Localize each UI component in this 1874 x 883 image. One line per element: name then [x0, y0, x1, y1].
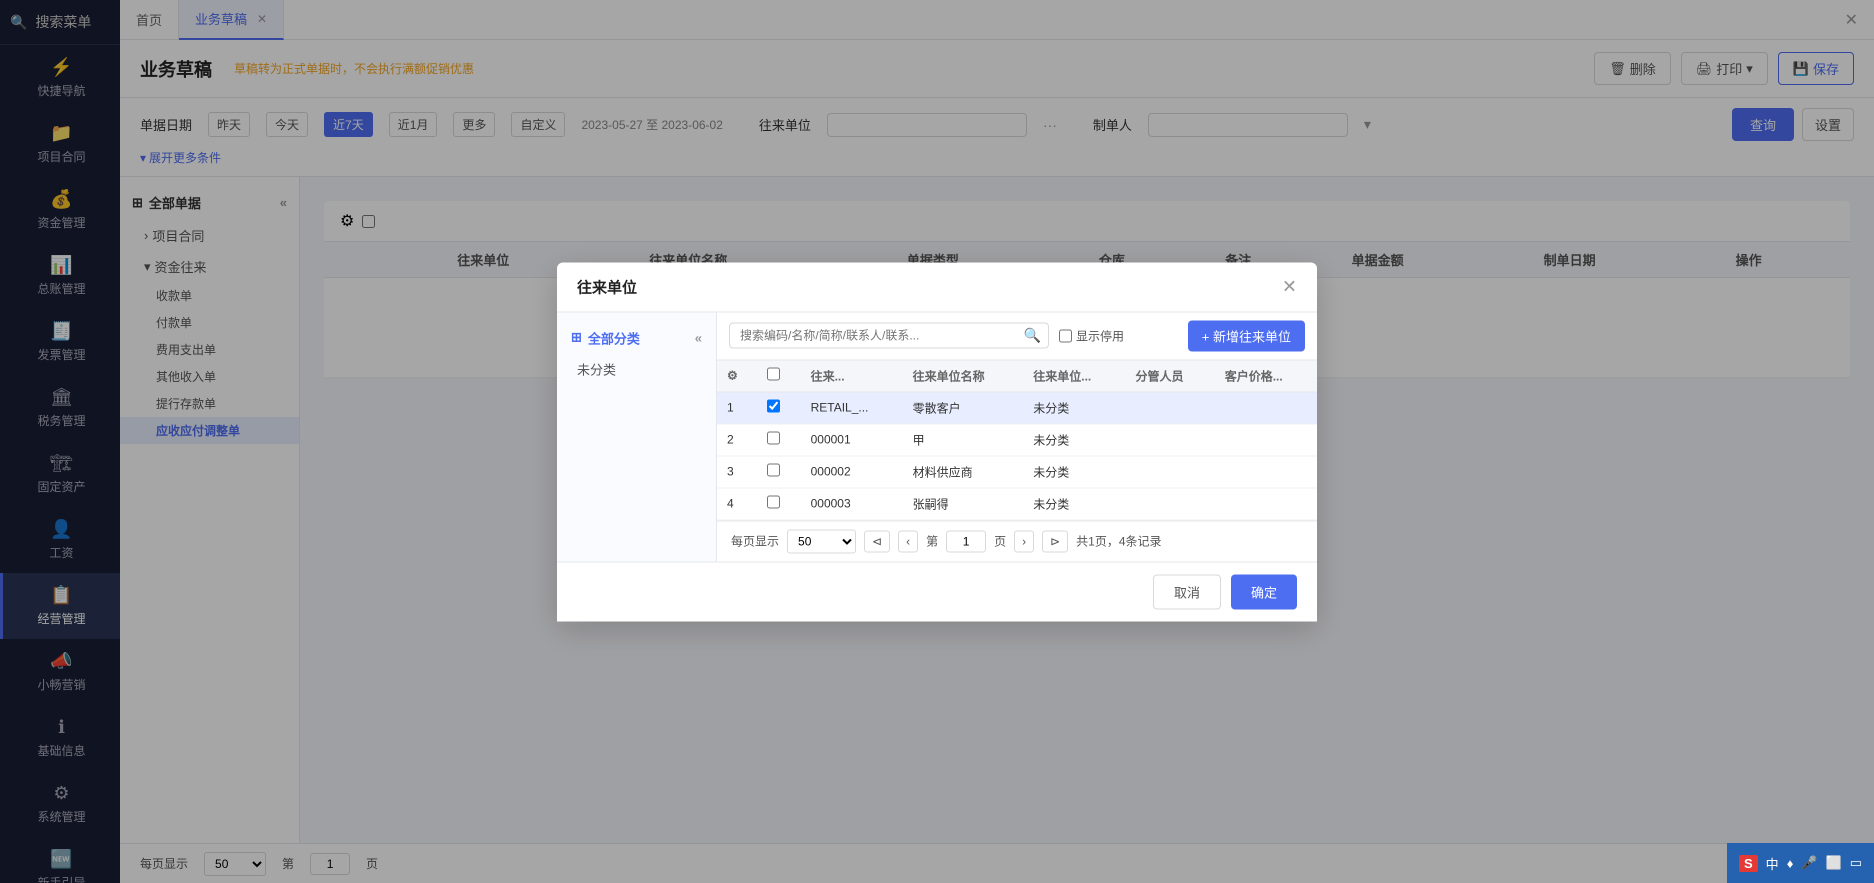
status-mic-icon: 🎤 [1801, 855, 1817, 871]
per-page-label: 每页显示 [731, 533, 779, 550]
row-select-cb[interactable] [767, 496, 780, 509]
row-num: 4 [717, 488, 757, 520]
row-price [1215, 424, 1317, 456]
row-num: 3 [717, 456, 757, 488]
select-all-cb[interactable] [767, 368, 780, 381]
dialog-title: 往来单位 [577, 276, 637, 297]
status-rect-icon: ▭ [1850, 855, 1862, 871]
row-name: 零散客户 [903, 392, 1024, 424]
row-select-cb[interactable] [767, 400, 780, 413]
row-category: 未分类 [1023, 424, 1125, 456]
row-price [1215, 392, 1317, 424]
row-name: 张嗣得 [903, 488, 1024, 520]
col-name: 往来单位名称 [903, 360, 1024, 392]
row-name: 甲 [903, 424, 1024, 456]
row-code: 000002 [801, 456, 903, 488]
row-select-cb[interactable] [767, 432, 780, 445]
per-page-select[interactable]: 50 100 [787, 529, 856, 553]
row-price [1215, 456, 1317, 488]
show-disabled-checkbox[interactable] [1059, 329, 1072, 342]
grid-icon: ⊞ [571, 330, 582, 346]
row-manager [1126, 392, 1215, 424]
tree-item-uncategorized[interactable]: 未分类 [557, 353, 716, 384]
partners-table: ⚙ 往来... 往来单位名称 往来单位... 分管人员 客户价格... 1 RE… [717, 360, 1317, 520]
row-category: 未分类 [1023, 456, 1125, 488]
add-partner-button[interactable]: + 新增往来单位 [1188, 320, 1305, 351]
statusbar: S 中 ♦ 🎤 ⬜ ▭ [1727, 843, 1874, 883]
table-panel: 🔍 显示停用 + 新增往来单位 ⚙ 往来... 往来单位名称 [717, 312, 1317, 561]
row-checkbox[interactable] [757, 488, 800, 520]
page-next-button[interactable]: › [1014, 530, 1034, 552]
page-prev-button[interactable]: ‹ [898, 530, 918, 552]
row-category: 未分类 [1023, 488, 1125, 520]
page-input[interactable] [946, 530, 986, 552]
tree-collapse-icon[interactable]: « [695, 330, 702, 345]
search-wrap: 🔍 [729, 323, 1049, 349]
row-manager [1126, 456, 1215, 488]
show-disabled-text: 显示停用 [1076, 327, 1124, 344]
page-first-button[interactable]: ⊲ [864, 530, 890, 552]
status-dot-icon: ♦ [1787, 856, 1794, 871]
row-manager [1126, 424, 1215, 456]
row-select-cb[interactable] [767, 464, 780, 477]
status-box-icon: ⬜ [1826, 855, 1842, 871]
row-code: RETAIL_... [801, 392, 903, 424]
row-code: 000001 [801, 424, 903, 456]
dialog-close-icon[interactable]: ✕ [1282, 276, 1297, 297]
page-suffix: 页 [994, 533, 1006, 550]
table-row[interactable]: 1 RETAIL_... 零散客户 未分类 [717, 392, 1317, 424]
row-manager [1126, 488, 1215, 520]
page-label: 第 [926, 533, 938, 550]
dialog-footer: 取消 确定 [557, 561, 1317, 621]
dialog-table-scroll[interactable]: ⚙ 往来... 往来单位名称 往来单位... 分管人员 客户价格... 1 RE… [717, 360, 1317, 520]
row-category: 未分类 [1023, 392, 1125, 424]
table-row[interactable]: 3 000002 材料供应商 未分类 [717, 456, 1317, 488]
partner-dialog: 往来单位 ✕ ⊞ 全部分类 « 未分类 🔍 显示停用 [557, 262, 1317, 621]
table-row[interactable]: 4 000003 张嗣得 未分类 [717, 488, 1317, 520]
col-code: 往来... [801, 360, 903, 392]
table-toolbar: 🔍 显示停用 + 新增往来单位 [717, 312, 1317, 360]
all-categories-label: 全部分类 [588, 328, 640, 347]
search-icon[interactable]: 🔍 [1024, 327, 1041, 344]
dialog-body: ⊞ 全部分类 « 未分类 🔍 显示停用 + 新增往来单位 [557, 312, 1317, 561]
dialog-header: 往来单位 ✕ [557, 262, 1317, 312]
col-category: 往来单位... [1023, 360, 1125, 392]
row-num: 2 [717, 424, 757, 456]
col-price: 客户价格... [1215, 360, 1317, 392]
row-name: 材料供应商 [903, 456, 1024, 488]
cancel-button[interactable]: 取消 [1153, 574, 1221, 609]
tree-all-categories[interactable]: ⊞ 全部分类 « [557, 322, 716, 353]
confirm-button[interactable]: 确定 [1231, 574, 1297, 609]
col-settings: ⚙ [717, 360, 757, 392]
uncategorized-label: 未分类 [577, 362, 616, 377]
table-row[interactable]: 2 000001 甲 未分类 [717, 424, 1317, 456]
row-checkbox[interactable] [757, 456, 800, 488]
show-disabled-label[interactable]: 显示停用 [1059, 327, 1124, 344]
status-s-icon: S [1739, 855, 1758, 872]
settings-icon: ⚙ [727, 369, 738, 383]
row-checkbox[interactable] [757, 424, 800, 456]
page-last-button[interactable]: ⊳ [1042, 530, 1068, 552]
col-checkbox [757, 360, 800, 392]
tree-panel: ⊞ 全部分类 « 未分类 [557, 312, 717, 561]
col-manager: 分管人员 [1126, 360, 1215, 392]
search-input[interactable] [729, 323, 1049, 349]
status-zh-icon: 中 [1766, 854, 1779, 873]
row-code: 000003 [801, 488, 903, 520]
row-num: 1 [717, 392, 757, 424]
row-price [1215, 488, 1317, 520]
pagination: 每页显示 50 100 ⊲ ‹ 第 页 › ⊳ 共1页，4条记录 [717, 520, 1317, 561]
row-checkbox[interactable] [757, 392, 800, 424]
page-total: 共1页，4条记录 [1076, 533, 1161, 550]
